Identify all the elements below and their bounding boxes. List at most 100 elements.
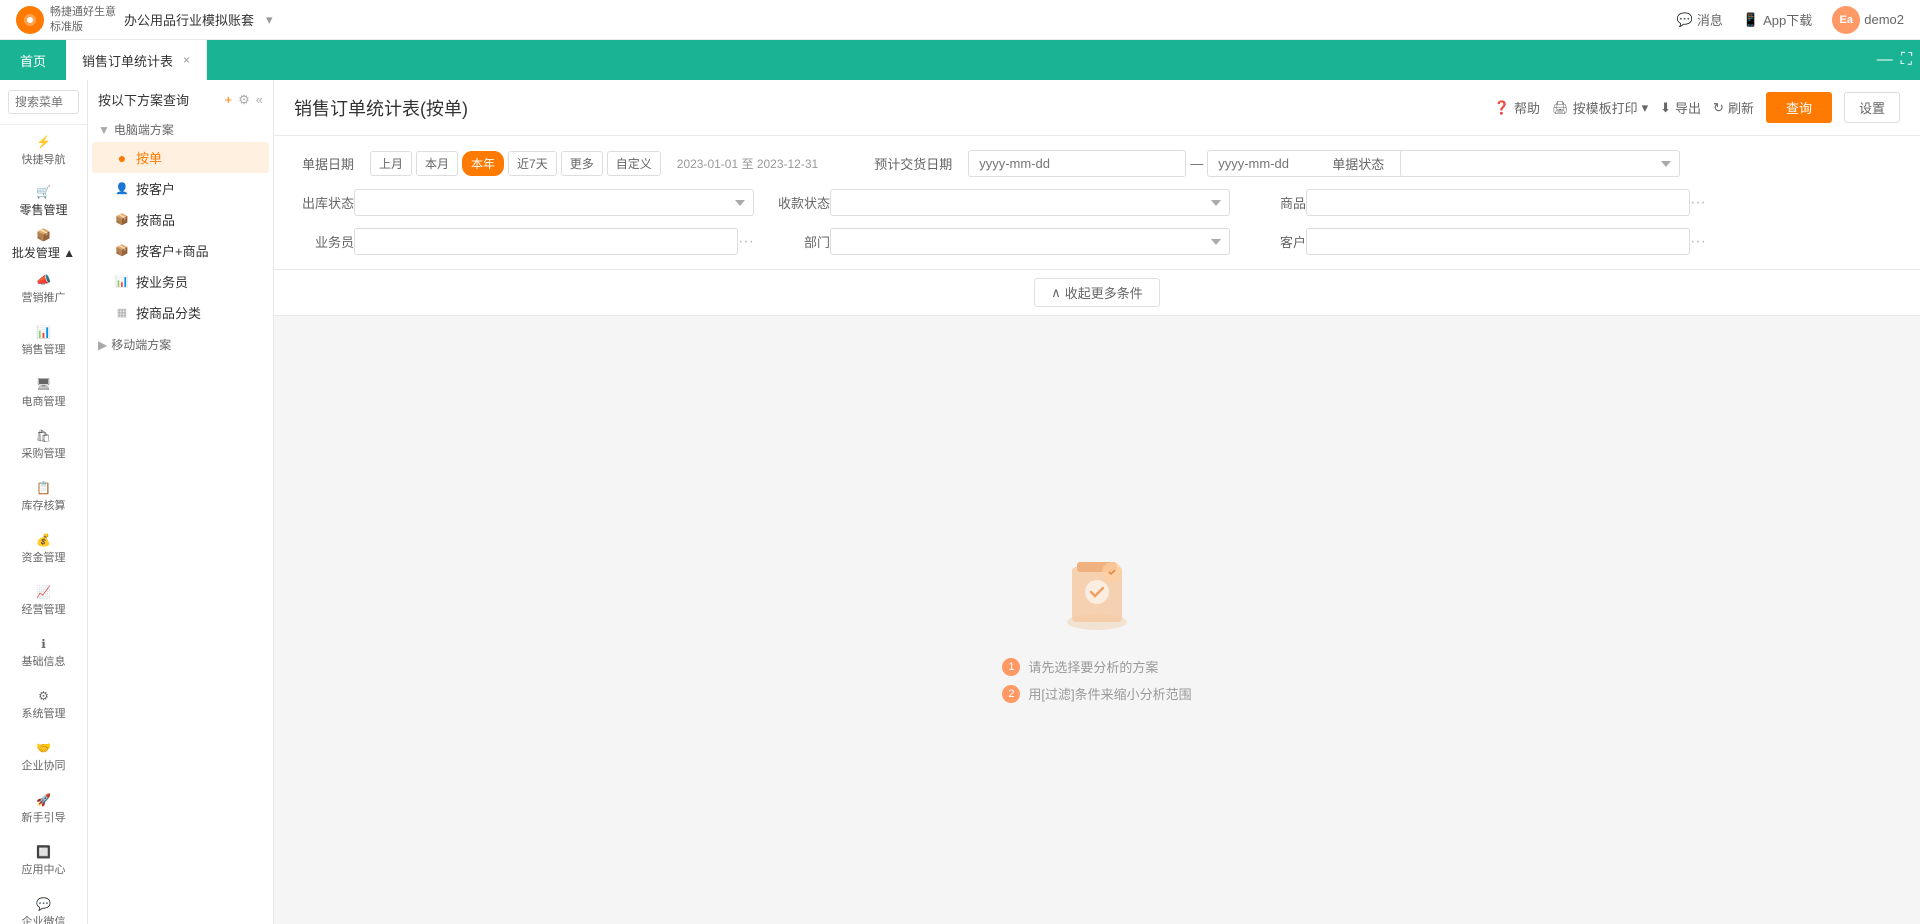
more-date-button[interactable]: 更多 — [561, 151, 603, 176]
expected-date-to-input[interactable] — [1207, 150, 1425, 177]
filter-row-3: 业务员 ··· 部门 客户 ··· — [294, 228, 1900, 255]
sidebar-search-area — [0, 80, 87, 125]
desktop-scheme-group: ▼ 电脑端方案 ● 按单 👤 按客户 📦 按商品 📦 按客户+商品 — [92, 117, 269, 328]
receive-status-label: 收款状态 — [770, 193, 830, 212]
product-input[interactable] — [1306, 189, 1690, 216]
print-dropdown-icon[interactable]: ▾ — [1642, 100, 1649, 116]
customer-ellipsis[interactable]: ··· — [1690, 233, 1706, 251]
maximize-window-button[interactable]: ⛶ — [1901, 51, 1912, 69]
scheme-item-by-category[interactable]: ▦ 按商品分类 — [92, 297, 269, 328]
by-category-icon: ▦ — [114, 305, 130, 321]
sidebar-item-ecommerce[interactable]: 🖥 电商管理 — [0, 367, 87, 419]
message-button[interactable]: 💬 消息 — [1677, 10, 1723, 29]
add-scheme-button[interactable]: + — [225, 92, 233, 108]
scheme-settings-icon[interactable]: ⚙ — [238, 92, 250, 108]
content-area: 销售订单统计表(按单) ❓ 帮助 🖨 按模板打印 ▾ ⬇ 导出 — [274, 80, 1920, 924]
scheme-tree: ▼ 电脑端方案 ● 按单 👤 按客户 📦 按商品 📦 按客户+商品 — [88, 117, 273, 357]
customer-filter: 客户 ··· — [1246, 228, 1706, 255]
hint-num-2: 2 — [1002, 685, 1020, 703]
last-month-button[interactable]: 上月 — [370, 151, 412, 176]
tab-sales-order-stats[interactable]: 销售订单统计表 × — [66, 40, 207, 80]
newbie-icon: 🚀 — [36, 793, 51, 807]
system-icon: ⚙ — [38, 689, 49, 703]
message-icon: 💬 — [1677, 12, 1693, 28]
left-panel-header: 按以下方案查询 + ⚙ « — [88, 90, 273, 117]
collapse-panel-button[interactable]: « — [256, 92, 263, 108]
sidebar-item-enterprise[interactable]: 🤝 企业协同 — [0, 731, 87, 783]
apps-icon: 🔲 — [36, 845, 51, 859]
refresh-button[interactable]: ↻ 刷新 — [1713, 98, 1754, 117]
customer-input[interactable] — [1306, 228, 1690, 255]
dept-select[interactable] — [830, 228, 1230, 255]
custom-date-button[interactable]: 自定义 — [607, 151, 661, 176]
ship-status-select[interactable] — [354, 189, 754, 216]
filter-row-2: 出库状态 收款状态 商品 ··· — [294, 189, 1900, 216]
mobile-scheme-group-label[interactable]: ▶ 移动端方案 — [92, 332, 269, 357]
sidebar-item-basic-info[interactable]: ℹ 基础信息 — [0, 627, 87, 679]
sidebar-item-retail[interactable]: 🛒 零售管理 — [0, 177, 87, 220]
this-year-button[interactable]: 本年 — [462, 151, 504, 176]
app-download-button[interactable]: 📱 App下载 — [1743, 10, 1812, 29]
product-ellipsis[interactable]: ··· — [1690, 194, 1706, 212]
help-button[interactable]: ❓ 帮助 — [1494, 98, 1540, 117]
top-bar-dropdown-icon[interactable]: ▾ — [266, 12, 273, 28]
sidebar-item-inventory[interactable]: 📋 库存核算 — [0, 471, 87, 523]
scheme-item-by-customer[interactable]: 👤 按客户 — [92, 173, 269, 204]
page-actions: ❓ 帮助 🖨 按模板打印 ▾ ⬇ 导出 ↻ 刷新 — [1494, 92, 1900, 123]
customer-label: 客户 — [1246, 232, 1306, 251]
sidebar-item-purchase[interactable]: 🛍 采购管理 — [0, 419, 87, 471]
top-bar-left: 畅捷通好生意 标准版 办公用品行业模拟账套 ▾ — [16, 5, 273, 34]
product-label: 商品 — [1246, 193, 1306, 212]
settings-button[interactable]: 设置 — [1844, 92, 1900, 123]
logo-area: 畅捷通好生意 标准版 — [16, 5, 116, 34]
last-7-days-button[interactable]: 近7天 — [508, 151, 557, 176]
page-header: 销售订单统计表(按单) ❓ 帮助 🖨 按模板打印 ▾ ⬇ 导出 — [274, 80, 1920, 136]
sidebar-item-apps[interactable]: 🔲 应用中心 — [0, 835, 87, 887]
receive-status-filter: 收款状态 — [770, 189, 1230, 216]
status-select[interactable] — [1400, 150, 1680, 177]
sidebar-item-system[interactable]: ⚙ 系统管理 — [0, 679, 87, 731]
dept-label: 部门 — [770, 232, 830, 251]
empty-illustration — [1047, 537, 1147, 637]
salesperson-input[interactable] — [354, 228, 738, 255]
sidebar-item-operations[interactable]: 📈 经营管理 — [0, 575, 87, 627]
dept-filter: 部门 — [770, 228, 1230, 255]
finance-icon: 💰 — [36, 533, 51, 547]
search-input[interactable] — [8, 90, 79, 114]
tab-bar: 首页 销售订单统计表 × — ⛶ — [0, 40, 1920, 80]
user-area[interactable]: Ea demo2 — [1832, 6, 1904, 34]
desktop-scheme-group-label[interactable]: ▼ 电脑端方案 — [92, 117, 269, 142]
by-customer-icon: 👤 — [114, 181, 130, 197]
this-month-button[interactable]: 本月 — [416, 151, 458, 176]
sidebar-item-quick-nav[interactable]: ⚡ 快捷导航 — [0, 125, 87, 177]
wholesale-icon: 📦 — [36, 228, 51, 242]
tab-home[interactable]: 首页 — [0, 40, 66, 80]
by-order-icon: ● — [114, 150, 130, 166]
sidebar-item-finance[interactable]: 💰 资金管理 — [0, 523, 87, 575]
sidebar-item-sales[interactable]: 📊 销售管理 — [0, 315, 87, 367]
sidebar-item-wechat[interactable]: 💬 企业微信 — [0, 887, 87, 924]
print-button[interactable]: 🖨 按模板打印 ▾ — [1552, 98, 1648, 117]
salesperson-ellipsis[interactable]: ··· — [738, 233, 754, 251]
page-title: 销售订单统计表(按单) — [294, 95, 468, 121]
sidebar-item-wholesale[interactable]: 📦 批发管理 ▲ — [0, 220, 87, 263]
scheme-item-by-customer-product[interactable]: 📦 按客户+商品 — [92, 235, 269, 266]
query-button[interactable]: 查询 — [1766, 92, 1832, 123]
sidebar-item-marketing[interactable]: 📣 营销推广 — [0, 263, 87, 315]
minimize-window-button[interactable]: — — [1877, 51, 1893, 69]
filter-row-1: 单据日期 上月 本月 本年 近7天 更多 自定义 2023-01-01 至 20… — [294, 150, 1900, 177]
ship-status-label: 出库状态 — [294, 193, 354, 212]
collapse-filters-button[interactable]: ∧ 收起更多条件 — [1034, 278, 1160, 307]
expected-date-from-input[interactable] — [968, 150, 1186, 177]
top-bar-right: 💬 消息 📱 App下载 Ea demo2 — [1677, 6, 1904, 34]
scheme-item-by-salesperson[interactable]: 📊 按业务员 — [92, 266, 269, 297]
logo-icon — [16, 6, 44, 34]
left-panel: 按以下方案查询 + ⚙ « ▼ 电脑端方案 ● 按单 👤 按客户 — [88, 80, 274, 924]
export-button[interactable]: ⬇ 导出 — [1660, 98, 1701, 117]
scheme-item-by-product[interactable]: 📦 按商品 — [92, 204, 269, 235]
scheme-item-by-order[interactable]: ● 按单 — [92, 142, 269, 173]
receive-status-select[interactable] — [830, 189, 1230, 216]
tab-close-button[interactable]: × — [183, 53, 190, 67]
sidebar-item-newbie[interactable]: 🚀 新手引导 — [0, 783, 87, 835]
enterprise-icon: 🤝 — [36, 741, 51, 755]
